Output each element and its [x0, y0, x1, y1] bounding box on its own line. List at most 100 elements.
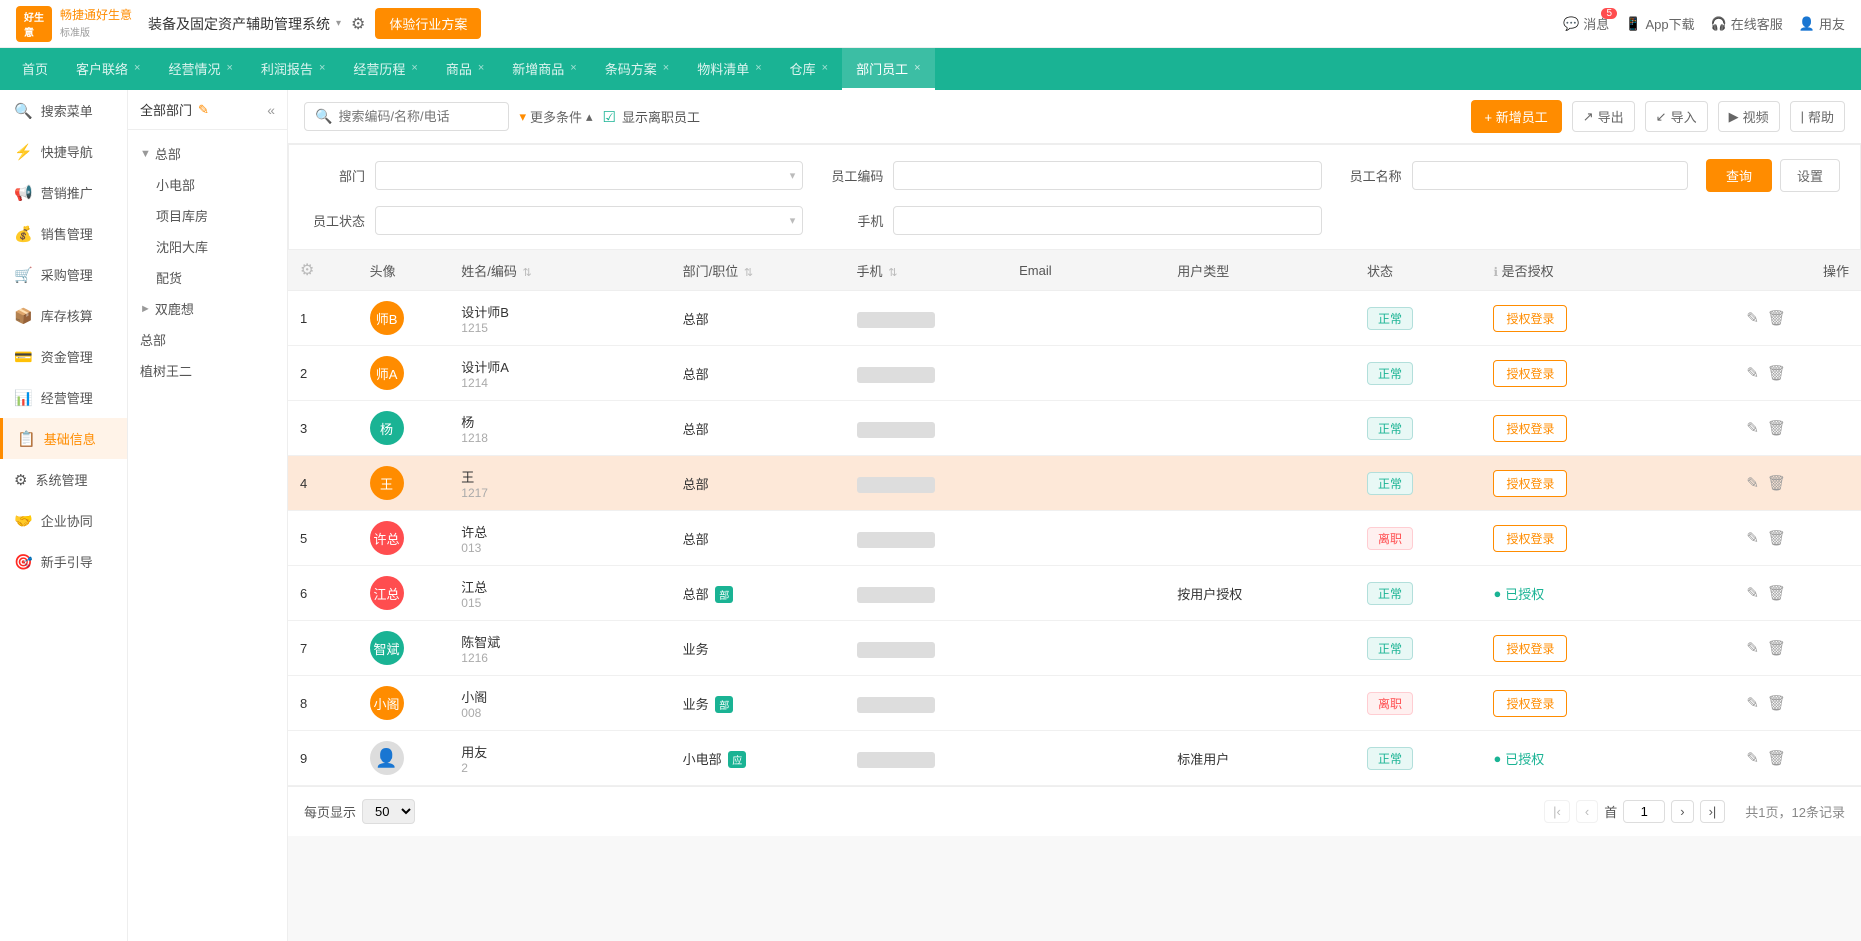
page-size-select[interactable]: 50: [362, 799, 415, 824]
nav-tab-首页[interactable]: 首页: [8, 48, 62, 90]
user-menu-button[interactable]: 👤 用友: [1799, 14, 1845, 33]
settings-icon[interactable]: ⚙: [300, 262, 314, 279]
dept-collapse-icon[interactable]: «: [267, 102, 275, 118]
nav-tab-新增商品[interactable]: 新增商品 ×: [498, 48, 590, 90]
close-icon[interactable]: ×: [755, 62, 761, 74]
next-page-button[interactable]: ›: [1671, 800, 1693, 823]
nav-tab-仓库[interactable]: 仓库 ×: [776, 48, 842, 90]
system-dropdown-icon[interactable]: ▾: [336, 18, 341, 29]
sidebar-item-资金管理[interactable]: 💳资金管理: [0, 336, 127, 377]
view-button[interactable]: ▶ 视频: [1718, 101, 1780, 132]
sidebar-item-快捷导航[interactable]: ⚡快捷导航: [0, 131, 127, 172]
close-icon[interactable]: ×: [570, 62, 576, 74]
sidebar-item-基础信息[interactable]: 📋基础信息: [0, 418, 127, 459]
edit-button[interactable]: ✎: [1746, 474, 1759, 492]
first-page-button[interactable]: |‹: [1544, 800, 1570, 823]
nav-tab-商品[interactable]: 商品 ×: [432, 48, 498, 90]
dept-node-项目库房[interactable]: 项目库房: [128, 200, 287, 231]
edit-button[interactable]: ✎: [1746, 584, 1759, 602]
dept-node-总部[interactable]: 总部: [128, 324, 287, 355]
sidebar-item-系统管理[interactable]: ⚙系统管理: [0, 459, 127, 500]
emp-name-input[interactable]: [1412, 161, 1688, 190]
dept-node-总部[interactable]: ▼ 总部: [128, 138, 287, 169]
prev-page-button[interactable]: ‹: [1576, 800, 1598, 823]
sidebar-item-新手引导[interactable]: 🎯新手引导: [0, 541, 127, 582]
dept-node-小电部[interactable]: 小电部: [128, 169, 287, 200]
page-number-input[interactable]: [1623, 800, 1665, 823]
nav-tab-经营历程[interactable]: 经营历程 ×: [339, 48, 431, 90]
edit-button[interactable]: ✎: [1746, 694, 1759, 712]
sidebar-item-库存核算[interactable]: 📦库存核算: [0, 295, 127, 336]
auth-button[interactable]: 授权登录: [1493, 635, 1567, 662]
delete-button[interactable]: 🗑: [1767, 584, 1786, 602]
delete-button[interactable]: 🗑: [1767, 529, 1786, 547]
online-service-button[interactable]: 🎧 在线客服: [1711, 14, 1783, 33]
delete-button[interactable]: 🗑: [1767, 309, 1786, 327]
app-download-button[interactable]: 📱 App下载: [1625, 14, 1694, 33]
search-input[interactable]: [338, 109, 498, 124]
export-button[interactable]: ↗ 导出: [1572, 101, 1635, 132]
reset-button[interactable]: 设置: [1780, 159, 1840, 192]
import-button[interactable]: ↙ 导入: [1645, 101, 1708, 132]
dept-edit-icon[interactable]: ✎: [198, 102, 209, 118]
close-icon[interactable]: ×: [411, 62, 417, 74]
close-icon[interactable]: ×: [134, 62, 140, 74]
sidebar-item-搜索菜单[interactable]: 🔍搜索菜单: [0, 90, 127, 131]
dept-select[interactable]: [375, 161, 803, 190]
auth-button[interactable]: 授权登录: [1493, 690, 1567, 717]
auth-info-icon[interactable]: ℹ: [1493, 265, 1498, 279]
nav-tab-部门员工[interactable]: 部门员工 ×: [842, 48, 934, 90]
delete-button[interactable]: 🗑: [1767, 694, 1786, 712]
close-icon[interactable]: ×: [319, 62, 325, 74]
dept-node-植树王二[interactable]: 植树王二: [128, 355, 287, 386]
query-button[interactable]: 查询: [1706, 159, 1772, 192]
last-page-button[interactable]: ›|: [1700, 800, 1726, 823]
close-icon[interactable]: ×: [478, 62, 484, 74]
add-employee-button[interactable]: + 新增员工: [1471, 100, 1562, 133]
edit-button[interactable]: ✎: [1746, 529, 1759, 547]
filter-button[interactable]: ▾ 更多条件 ▴: [519, 107, 592, 126]
phone-input[interactable]: [893, 206, 1321, 235]
col-phone[interactable]: 手机 ⇅: [845, 250, 1008, 291]
auth-button[interactable]: 授权登录: [1493, 415, 1567, 442]
col-dept[interactable]: 部门/职位 ⇅: [671, 250, 845, 291]
sidebar-item-采购管理[interactable]: 🛒采购管理: [0, 254, 127, 295]
sidebar-item-企业协同[interactable]: 🤝企业协同: [0, 500, 127, 541]
delete-button[interactable]: 🗑: [1767, 364, 1786, 382]
delete-button[interactable]: 🗑: [1767, 474, 1786, 492]
auth-button[interactable]: 授权登录: [1493, 305, 1567, 332]
sidebar-item-经营管理[interactable]: 📊经营管理: [0, 377, 127, 418]
close-icon[interactable]: ×: [663, 62, 669, 74]
nav-tab-物料清单[interactable]: 物料清单 ×: [683, 48, 775, 90]
nav-tab-利润报告[interactable]: 利润报告 ×: [247, 48, 339, 90]
close-icon[interactable]: ×: [822, 62, 828, 74]
nav-tab-条码方案[interactable]: 条码方案 ×: [591, 48, 683, 90]
auth-button[interactable]: 授权登录: [1493, 525, 1567, 552]
dept-node-沈阳大库[interactable]: 沈阳大库: [128, 231, 287, 262]
edit-button[interactable]: ✎: [1746, 419, 1759, 437]
gear-icon[interactable]: ⚙: [351, 14, 365, 34]
dept-node-配货[interactable]: 配货: [128, 262, 287, 293]
sidebar-item-营销推广[interactable]: 📢营销推广: [0, 172, 127, 213]
help-button[interactable]: | 帮助: [1790, 101, 1845, 132]
status-select[interactable]: [375, 206, 803, 235]
edit-button[interactable]: ✎: [1746, 749, 1759, 767]
auth-button[interactable]: 授权登录: [1493, 360, 1567, 387]
sidebar-item-销售管理[interactable]: 💰销售管理: [0, 213, 127, 254]
delete-button[interactable]: 🗑: [1767, 749, 1786, 767]
edit-button[interactable]: ✎: [1746, 309, 1759, 327]
edit-button[interactable]: ✎: [1746, 639, 1759, 657]
trial-button[interactable]: 体验行业方案: [375, 8, 481, 39]
show-resigned-toggle[interactable]: ☑ 显示离职员工: [603, 107, 700, 126]
edit-button[interactable]: ✎: [1746, 364, 1759, 382]
delete-button[interactable]: 🗑: [1767, 639, 1786, 657]
dept-node-双鹿想[interactable]: ► 双鹿想: [128, 293, 287, 324]
nav-tab-客户联络[interactable]: 客户联络 ×: [62, 48, 154, 90]
col-name[interactable]: 姓名/编码 ⇅: [449, 250, 670, 291]
emp-code-input[interactable]: [893, 161, 1321, 190]
message-button[interactable]: 💬 消息 5: [1563, 14, 1609, 33]
nav-tab-经营情况[interactable]: 经营情况 ×: [154, 48, 246, 90]
delete-button[interactable]: 🗑: [1767, 419, 1786, 437]
close-icon[interactable]: ×: [914, 62, 920, 74]
close-icon[interactable]: ×: [226, 62, 232, 74]
